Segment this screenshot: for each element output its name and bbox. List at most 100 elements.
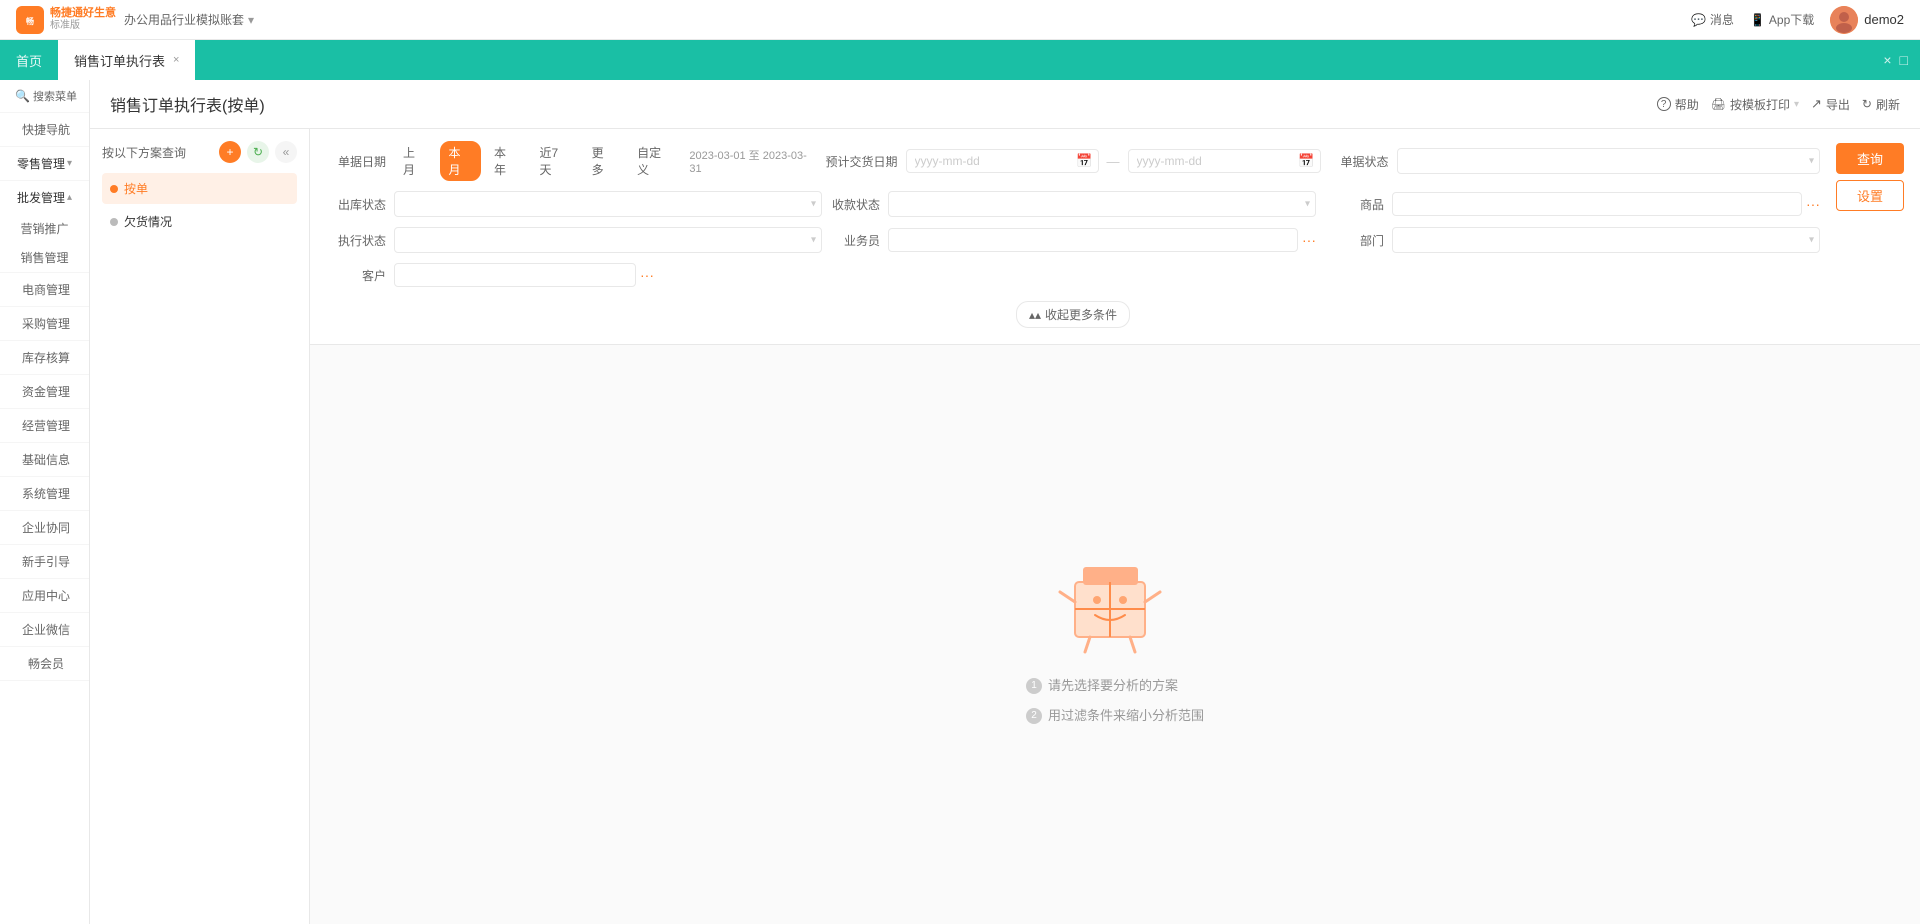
exec-status-select[interactable]: [394, 227, 822, 253]
tab-home[interactable]: 首页: [0, 40, 58, 80]
filter-row-2: 出库状态 ▾ 收款状态: [326, 191, 1820, 217]
custom-btn[interactable]: 自定义: [628, 141, 681, 181]
sidebar-inventory-group: 库存核算: [0, 341, 89, 375]
filter-item-shortage[interactable]: 欠货情况: [102, 206, 297, 237]
header-actions: ? 帮助 🖨 按模板打印 ▾ ↗ 导出 ↻ 刷新: [1657, 96, 1900, 125]
sidebar-purchase-label: 采购管理: [22, 315, 70, 332]
this-month-btn[interactable]: 本月: [440, 141, 482, 181]
customer-ellipsis-icon[interactable]: ···: [640, 267, 654, 283]
dept-select[interactable]: [1392, 227, 1820, 253]
out-status-select[interactable]: [394, 191, 822, 217]
settings-button[interactable]: 设置: [1836, 180, 1904, 211]
sidebar-item-system[interactable]: 系统管理: [0, 477, 89, 510]
date-quick-buttons: 上月 本月 本年 近7天 更多 自定义: [394, 141, 681, 181]
sidebar-item-inventory[interactable]: 库存核算: [0, 341, 89, 374]
salesperson-ellipsis-icon[interactable]: ···: [1302, 232, 1316, 248]
sidebar-ecommerce-label: 电商管理: [22, 281, 70, 298]
tip-num-2: 2: [1026, 708, 1042, 724]
message-button[interactable]: 💬 消息: [1691, 11, 1734, 28]
date-separator: —: [1107, 154, 1120, 169]
export-button[interactable]: ↗ 导出: [1811, 96, 1850, 113]
filter-row-4: 客户 ···: [326, 263, 1820, 287]
sidebar-purchase-group: 采购管理: [0, 307, 89, 341]
help-label: 帮助: [1675, 96, 1699, 113]
sidebar-item-ecommerce[interactable]: 电商管理: [0, 273, 89, 306]
sidebar-item-member[interactable]: 畅会员: [0, 647, 89, 680]
sidebar-item-basic[interactable]: 基础信息: [0, 443, 89, 476]
sidebar-wholesale-chevron: ▴: [67, 192, 72, 203]
expected-date-end-input[interactable]: [1128, 149, 1321, 173]
refresh-button[interactable]: ↻ 刷新: [1862, 96, 1900, 113]
more-btn[interactable]: 更多: [583, 141, 625, 181]
page-title: 销售订单执行表(按单): [110, 92, 265, 128]
user-menu[interactable]: demo2: [1830, 6, 1904, 34]
sidebar-item-marketing[interactable]: 营销推广: [0, 214, 89, 243]
filter-item-by-order[interactable]: 按单: [102, 173, 297, 204]
last-month-btn[interactable]: 上月: [394, 141, 436, 181]
sidebar-item-newbie[interactable]: 新手引导: [0, 545, 89, 578]
collapse-more-button[interactable]: ▴▴ 收起更多条件: [1016, 301, 1130, 328]
filter-collapse-button[interactable]: «: [275, 141, 297, 163]
sidebar-item-retail[interactable]: 零售管理 ▾: [0, 147, 89, 180]
app-name: 畅捷通好生意: [50, 7, 116, 20]
sidebar-item-finance[interactable]: 资金管理: [0, 375, 89, 408]
sidebar-item-ops[interactable]: 经营管理: [0, 409, 89, 442]
sidebar-item-corp[interactable]: 企业协同: [0, 511, 89, 544]
salesperson-input[interactable]: [888, 228, 1298, 252]
customer-label: 客户: [326, 267, 386, 284]
order-status-select[interactable]: [1397, 148, 1820, 174]
svg-text:畅: 畅: [26, 16, 34, 26]
sidebar-item-quicknav[interactable]: 快捷导航: [0, 113, 89, 146]
goods-input[interactable]: [1392, 192, 1802, 216]
minimize-button[interactable]: ×: [1883, 52, 1891, 68]
breadcrumb-text: 办公用品行业模拟账套: [124, 11, 244, 28]
print-icon: 🖨: [1711, 97, 1726, 111]
expected-date-start-input[interactable]: [906, 149, 1099, 173]
breadcrumb-dropdown-icon[interactable]: ▾: [248, 13, 254, 27]
sidebar-item-appcenter[interactable]: 应用中心: [0, 579, 89, 612]
sidebar-item-sales[interactable]: 销售管理: [0, 243, 89, 272]
filter-item-dot-gray: [110, 218, 118, 226]
print-chevron-icon: ▾: [1794, 99, 1799, 110]
search-label: 搜索菜单: [33, 88, 77, 104]
sidebar-system-group: 系统管理: [0, 477, 89, 511]
last7-btn[interactable]: 近7天: [531, 141, 579, 181]
query-button[interactable]: 查询: [1836, 143, 1904, 174]
date-filter-group: 上月 本月 本年 近7天 更多 自定义 2023-03-01 至 2023-03…: [394, 141, 817, 181]
exec-status-label: 执行状态: [326, 232, 386, 249]
empty-state: 1 请先选择要分析的方案 2 用过滤条件来缩小分析范围: [310, 345, 1920, 924]
out-status-wrapper: ▾: [394, 191, 822, 217]
tab-sales-order[interactable]: 销售订单执行表 ×: [58, 40, 195, 80]
payment-status-select[interactable]: [888, 191, 1316, 217]
top-nav-right: 💬 消息 📱 App下载 demo2: [1691, 6, 1904, 34]
print-button[interactable]: 🖨 按模板打印 ▾: [1711, 96, 1799, 113]
filter-refresh-button[interactable]: ↻: [247, 141, 269, 163]
sidebar-search[interactable]: 🔍 搜索菜单: [0, 80, 89, 112]
sidebar-finance-group: 资金管理: [0, 375, 89, 409]
goods-label: 商品: [1324, 196, 1384, 213]
date-start-box: 📅: [906, 149, 1099, 173]
help-button[interactable]: ? 帮助: [1657, 96, 1699, 113]
content-header: 销售订单执行表(按单) ? 帮助 🖨 按模板打印 ▾ ↗ 导出: [90, 80, 1920, 129]
sidebar-item-wholesale[interactable]: 批发管理 ▴: [0, 181, 89, 214]
empty-state-svg: [1055, 537, 1175, 657]
filter-add-button[interactable]: +: [219, 141, 241, 163]
filter-panel-header: 按以下方案查询 + ↻ «: [102, 141, 297, 163]
sidebar-ops-label: 经营管理: [22, 417, 70, 434]
empty-tip-1: 1 请先选择要分析的方案: [1026, 673, 1204, 699]
main-area: 🔍 搜索菜单 快捷导航 零售管理 ▾ 批发管理 ▴: [0, 80, 1920, 924]
empty-illustration: [1055, 537, 1175, 657]
app-download-button[interactable]: 📱 App下载: [1750, 11, 1814, 28]
sidebar-member-label: 畅会员: [28, 655, 64, 672]
goods-ellipsis-icon[interactable]: ···: [1806, 196, 1820, 212]
exec-status-wrapper: ▾: [394, 227, 822, 253]
customer-input[interactable]: [394, 263, 636, 287]
tab-close-icon[interactable]: ×: [173, 54, 179, 66]
top-nav-left: 畅 畅捷通好生意 标准版 办公用品行业模拟账套 ▾: [16, 6, 254, 34]
refresh-icon: ↻: [1862, 97, 1872, 111]
sidebar-item-purchase[interactable]: 采购管理: [0, 307, 89, 340]
sidebar-retail-chevron: ▾: [67, 158, 72, 169]
this-year-btn[interactable]: 本年: [485, 141, 527, 181]
sidebar-item-corpwechat[interactable]: 企业微信: [0, 613, 89, 646]
maximize-button[interactable]: □: [1900, 52, 1908, 68]
